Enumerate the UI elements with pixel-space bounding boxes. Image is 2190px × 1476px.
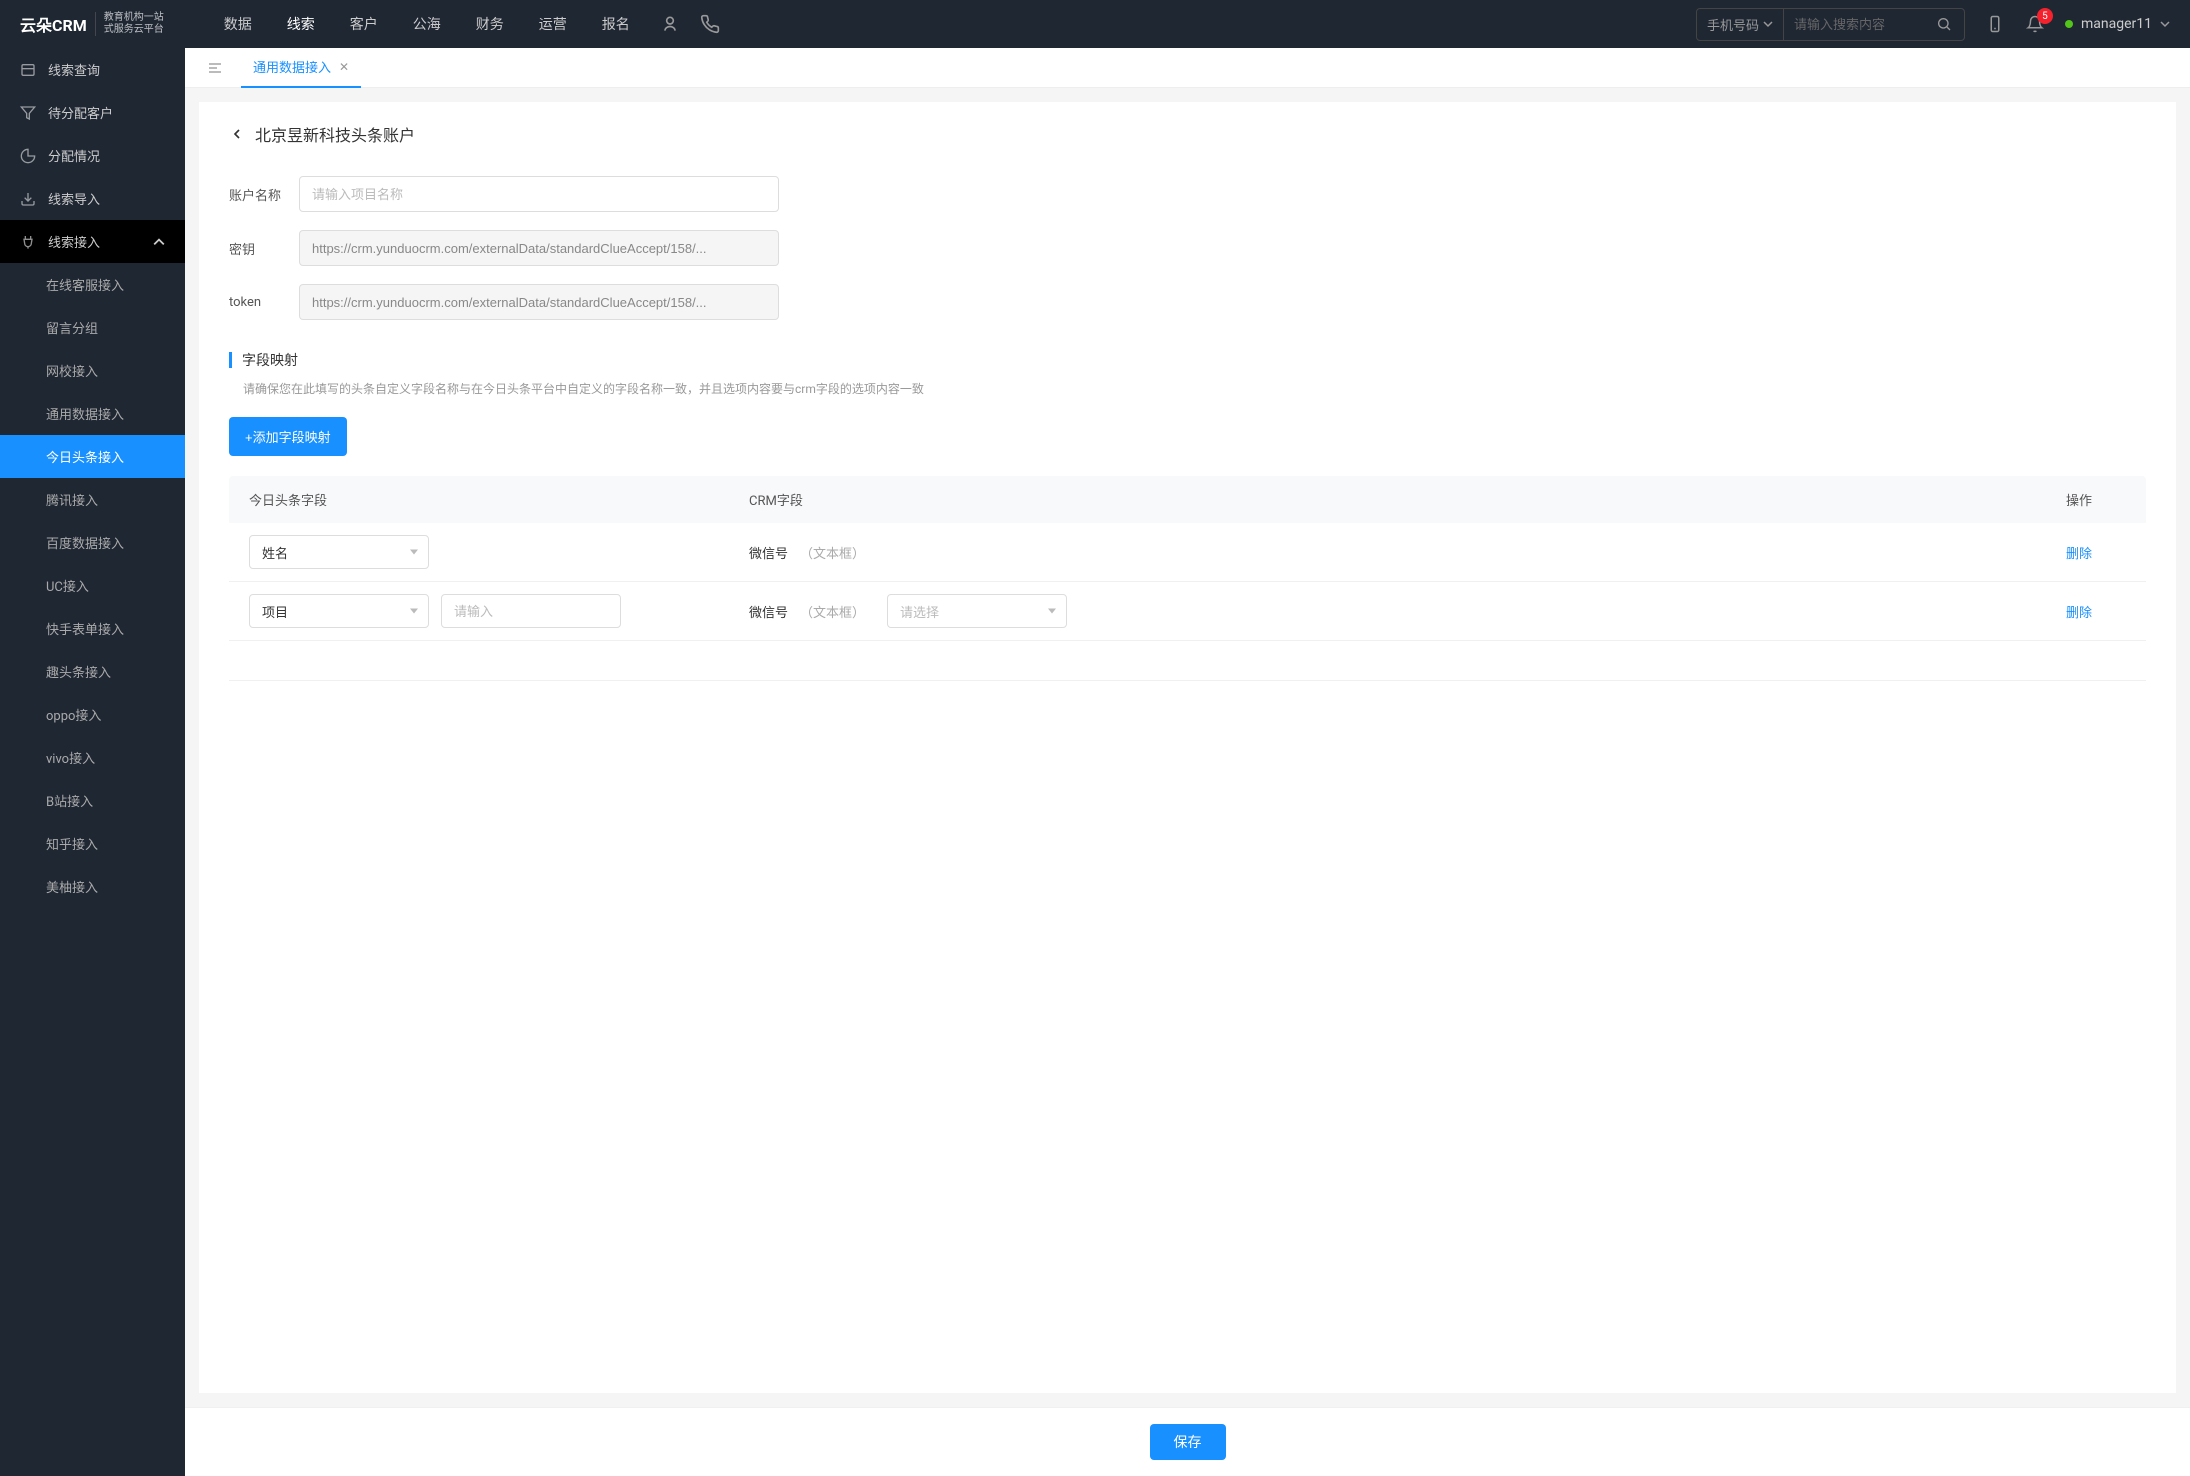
nav-item[interactable]: 运营 bbox=[539, 14, 567, 34]
sidebar-subitem[interactable]: oppo接入 bbox=[0, 693, 185, 736]
sidebar-subitem[interactable]: 百度数据接入 bbox=[0, 521, 185, 564]
nav-item[interactable]: 客户 bbox=[350, 14, 378, 34]
close-icon[interactable]: ✕ bbox=[339, 60, 349, 74]
crm-field-hint: （文本框） bbox=[800, 543, 865, 562]
table-row: 项目 微信号 （文本框） 请选择 删除 bbox=[229, 582, 2146, 641]
notification-icon[interactable]: 5 bbox=[2025, 14, 2045, 34]
sidebar-subitem[interactable]: B站接入 bbox=[0, 779, 185, 822]
secret-label: 密钥 bbox=[229, 239, 299, 258]
sidebar-subitem[interactable]: 知乎接入 bbox=[0, 822, 185, 865]
add-mapping-button[interactable]: +添加字段映射 bbox=[229, 417, 347, 456]
notification-badge: 5 bbox=[2037, 8, 2053, 24]
search-button[interactable] bbox=[1924, 10, 1964, 38]
phone-icon[interactable] bbox=[700, 14, 720, 34]
toutiao-field-select[interactable]: 姓名 bbox=[249, 535, 429, 569]
account-name-input[interactable] bbox=[299, 176, 779, 212]
main-nav: 数据 线索 客户 公海 财务 运营 报名 bbox=[224, 14, 630, 34]
sidebar-subitem[interactable]: 腾讯接入 bbox=[0, 478, 185, 521]
crm-field-hint: （文本框） bbox=[800, 602, 865, 621]
search-input[interactable] bbox=[1784, 11, 1924, 38]
table-header: 今日头条字段 CRM字段 操作 bbox=[229, 476, 2146, 523]
token-label: token bbox=[229, 295, 299, 310]
logo-subtitle: 教育机构一站式服务云平台 bbox=[95, 12, 164, 36]
nav-item[interactable]: 报名 bbox=[602, 14, 630, 34]
delete-link[interactable]: 删除 bbox=[2066, 547, 2092, 562]
top-header: 云朵CRM 教育机构一站式服务云平台 数据 线索 客户 公海 财务 运营 报名 手机号码 bbox=[0, 0, 2190, 48]
status-indicator bbox=[2065, 20, 2073, 28]
chevron-up-icon bbox=[153, 236, 165, 248]
sidebar-subitem[interactable]: 今日头条接入 bbox=[0, 435, 185, 478]
crm-field-label: 微信号 bbox=[749, 602, 788, 621]
nav-item[interactable]: 公海 bbox=[413, 14, 441, 34]
delete-link[interactable]: 删除 bbox=[2066, 606, 2092, 621]
back-icon[interactable] bbox=[229, 126, 245, 142]
section-marker bbox=[229, 352, 232, 368]
search-type-select[interactable]: 手机号码 bbox=[1697, 9, 1784, 40]
nav-item[interactable]: 财务 bbox=[476, 14, 504, 34]
sidebar-item-expanded[interactable]: 线索接入 bbox=[0, 220, 185, 263]
sidebar-item[interactable]: 线索查询 bbox=[0, 48, 185, 91]
sidebar-toggle[interactable] bbox=[197, 60, 233, 76]
col-toutiao-field: 今日头条字段 bbox=[249, 490, 749, 509]
username: manager11 bbox=[2081, 16, 2152, 32]
sidebar-subitem[interactable]: 快手表单接入 bbox=[0, 607, 185, 650]
table-row: 姓名 微信号 （文本框） 删除 bbox=[229, 523, 2146, 582]
search-box: 手机号码 bbox=[1696, 8, 1965, 41]
logo-text: 云朵CRM bbox=[20, 12, 87, 36]
sidebar-subitem[interactable]: vivo接入 bbox=[0, 736, 185, 779]
page-title: 北京昱新科技头条账户 bbox=[255, 122, 415, 146]
list-icon bbox=[20, 62, 36, 78]
toutiao-field-select[interactable]: 项目 bbox=[249, 594, 429, 628]
user-menu[interactable]: manager11 bbox=[2065, 16, 2170, 32]
sidebar-subitem[interactable]: 通用数据接入 bbox=[0, 392, 185, 435]
sidebar: 线索查询待分配客户分配情况线索导入线索接入在线客服接入留言分组网校接入通用数据接… bbox=[0, 48, 185, 1476]
chevron-down-icon bbox=[2160, 19, 2170, 29]
chart-icon bbox=[20, 148, 36, 164]
tab-general-data[interactable]: 通用数据接入 ✕ bbox=[241, 48, 361, 88]
nav-item[interactable]: 数据 bbox=[224, 14, 252, 34]
sidebar-item[interactable]: 线索导入 bbox=[0, 177, 185, 220]
toutiao-field-input[interactable] bbox=[441, 594, 621, 628]
sidebar-subitem[interactable]: 留言分组 bbox=[0, 306, 185, 349]
sidebar-subitem[interactable]: 在线客服接入 bbox=[0, 263, 185, 306]
main-panel: 北京昱新科技头条账户 账户名称 密钥 token 字段映射 请确保您在此填写的头… bbox=[199, 102, 2176, 1393]
col-action: 操作 bbox=[2066, 490, 2126, 509]
tab-label: 通用数据接入 bbox=[253, 57, 331, 76]
user-icon[interactable] bbox=[660, 14, 680, 34]
sidebar-subitem[interactable]: 美柚接入 bbox=[0, 865, 185, 908]
filter-icon bbox=[20, 105, 36, 121]
account-name-label: 账户名称 bbox=[229, 185, 299, 204]
nav-item[interactable]: 线索 bbox=[287, 14, 315, 34]
crm-field-select[interactable]: 请选择 bbox=[887, 594, 1067, 628]
save-button[interactable]: 保存 bbox=[1150, 1424, 1226, 1460]
token-input[interactable] bbox=[299, 284, 779, 320]
mobile-icon[interactable] bbox=[1985, 14, 2005, 34]
sidebar-subitem[interactable]: 趣头条接入 bbox=[0, 650, 185, 693]
tabs-bar: 通用数据接入 ✕ bbox=[185, 48, 2190, 88]
plug-icon bbox=[20, 234, 36, 250]
export-icon bbox=[20, 191, 36, 207]
secret-input[interactable] bbox=[299, 230, 779, 266]
sidebar-subitem[interactable]: 网校接入 bbox=[0, 349, 185, 392]
sidebar-subitem[interactable]: UC接入 bbox=[0, 564, 185, 607]
sidebar-item[interactable]: 待分配客户 bbox=[0, 91, 185, 134]
sidebar-item[interactable]: 分配情况 bbox=[0, 134, 185, 177]
crm-field-label: 微信号 bbox=[749, 543, 788, 562]
footer-bar: 保存 bbox=[185, 1407, 2190, 1476]
section-title: 字段映射 bbox=[242, 350, 298, 370]
logo: 云朵CRM 教育机构一站式服务云平台 bbox=[20, 12, 164, 36]
col-crm-field: CRM字段 bbox=[749, 490, 2066, 509]
section-hint: 请确保您在此填写的头条自定义字段名称与在今日头条平台中自定义的字段名称一致，并且… bbox=[229, 380, 2146, 397]
content-area: 通用数据接入 ✕ 北京昱新科技头条账户 账户名称 密钥 token bbox=[185, 48, 2190, 1476]
